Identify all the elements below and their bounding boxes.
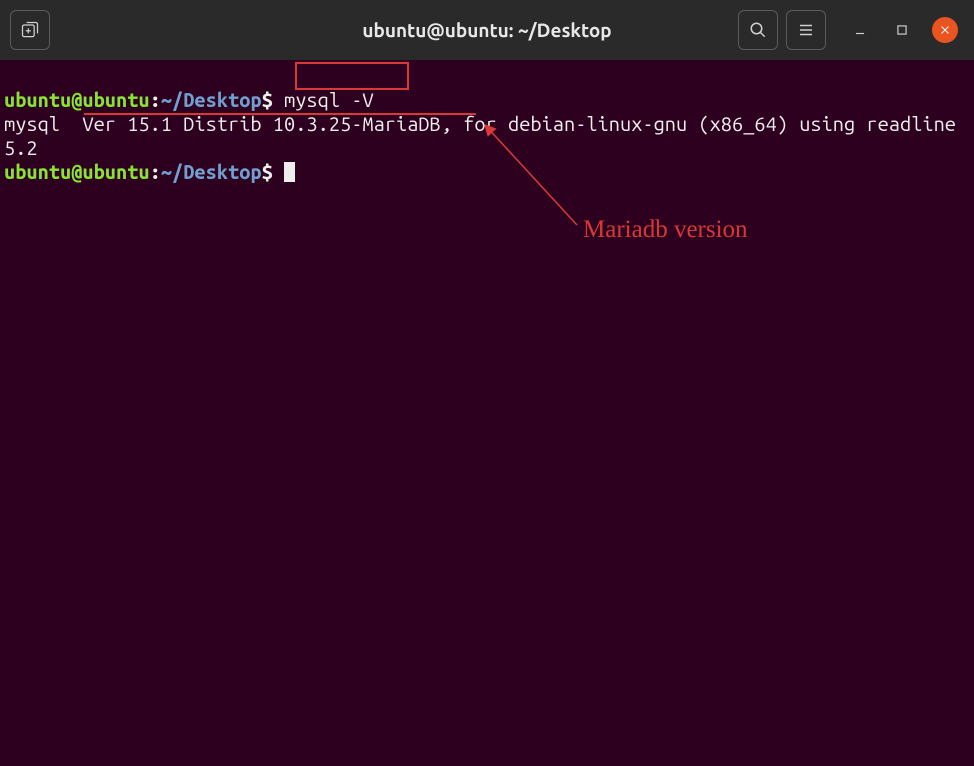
empty-command [273,160,284,183]
prompt-dollar: $ [262,88,273,111]
terminal-line: ubuntu@ubuntu:~/Desktop$ mysql -V [4,88,970,112]
command-text: mysql -V [273,88,374,111]
prompt-dollar: $ [262,160,273,183]
window-title: ubuntu@ubuntu: ~/Desktop [362,19,611,41]
menu-button[interactable] [786,10,826,50]
prompt-colon: : [150,160,161,183]
new-tab-button[interactable] [10,10,50,50]
prompt-user: ubuntu@ubuntu [4,160,150,183]
terminal-line: ubuntu@ubuntu:~/Desktop$ [4,160,970,184]
prompt-colon: : [150,88,161,111]
maximize-button[interactable] [890,18,914,42]
cursor [284,162,295,182]
prompt-user: ubuntu@ubuntu [4,88,150,111]
minimize-icon [853,23,867,37]
search-button[interactable] [738,10,778,50]
hamburger-icon [797,21,815,39]
close-icon [939,24,951,36]
maximize-icon [895,23,909,37]
prompt-path: ~/Desktop [161,160,262,183]
close-button[interactable] [932,17,958,43]
new-tab-icon [20,20,40,40]
output-line: mysql Ver 15.1 Distrib 10.3.25-MariaDB, … [4,112,970,160]
window-controls [848,17,958,43]
titlebar: ubuntu@ubuntu: ~/Desktop [0,0,974,60]
titlebar-right-controls [738,10,964,50]
annotation-label: Mariadb version [583,216,748,244]
prompt-path: ~/Desktop [161,88,262,111]
minimize-button[interactable] [848,18,872,42]
terminal-body[interactable]: ubuntu@ubuntu:~/Desktop$ mysql -Vmysql V… [0,60,974,212]
search-icon [749,21,767,39]
